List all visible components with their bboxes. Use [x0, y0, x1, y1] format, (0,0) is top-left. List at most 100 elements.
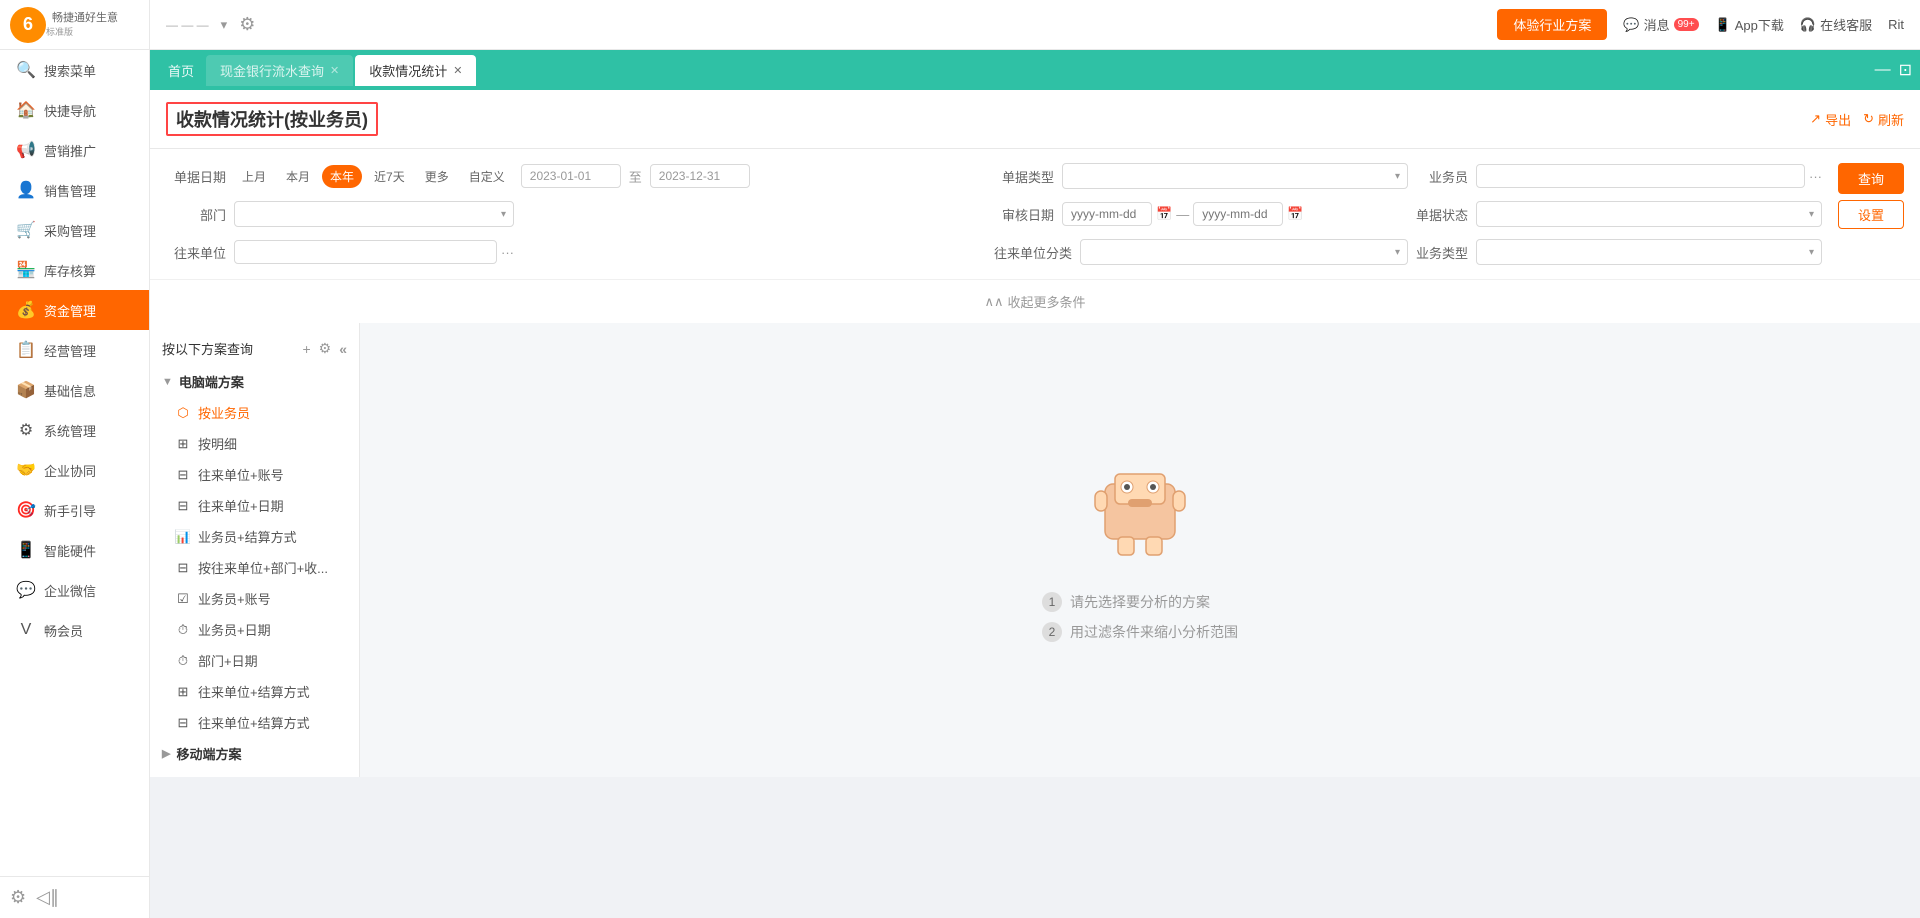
- member-icon: V: [16, 620, 36, 640]
- date-separator: 至: [629, 167, 642, 186]
- review-date-separator: —: [1176, 207, 1189, 222]
- tree-item-0-4[interactable]: 📊业务员+结算方式: [150, 521, 359, 552]
- counterpart-more-icon[interactable]: ···: [501, 245, 514, 260]
- review-date-to[interactable]: [1193, 202, 1283, 226]
- sidebar-item-marketing[interactable]: 📢 营销推广: [0, 130, 149, 170]
- tree-item-0-5[interactable]: ⊟按往来单位+部门+收...: [150, 552, 359, 583]
- dept-select[interactable]: [234, 201, 514, 227]
- tabbar-right: — ⊡: [1875, 60, 1912, 80]
- sidebar-item-member[interactable]: V 畅会员: [0, 610, 149, 650]
- dept-area: 部门 ▾: [166, 201, 994, 227]
- tab-receipt-stats-close[interactable]: ✕: [453, 64, 462, 77]
- review-date-cal1[interactable]: 📅: [1156, 206, 1172, 222]
- step-1-text: 请先选择要分析的方案: [1070, 592, 1210, 612]
- system-icon: ⚙: [16, 420, 36, 440]
- business-type-select[interactable]: [1476, 239, 1822, 265]
- tab-bank-flow-close[interactable]: ✕: [330, 64, 339, 77]
- tree-item-icon-0-6: ☑: [174, 590, 192, 608]
- tree-item-0-0[interactable]: ⬡按业务员: [150, 397, 359, 428]
- app-download-area[interactable]: 📱 App下载: [1715, 15, 1784, 34]
- quick-nav-label: 快捷导航: [44, 101, 96, 120]
- sidebar-item-wechat[interactable]: 💬 企业微信: [0, 570, 149, 610]
- collapse-icon: ∧∧: [984, 294, 1003, 310]
- tree-item-0-10[interactable]: ⊟往来单位+结算方式: [150, 707, 359, 738]
- business-type-area: 业务类型 ▾: [1408, 239, 1822, 265]
- tab-minimize-button[interactable]: —: [1875, 61, 1891, 79]
- date-tabs-area: 上月 本月 本年 近7天 更多 自定义: [234, 165, 513, 188]
- refresh-button[interactable]: ↻ 刷新: [1863, 110, 1904, 129]
- tab-receipt-stats[interactable]: 收款情况统计 ✕: [355, 55, 476, 86]
- tree-category-1[interactable]: ▶ 移动端方案: [150, 738, 359, 769]
- tree-category-0[interactable]: ▼ 电脑端方案: [150, 366, 359, 397]
- date-tab-this-year[interactable]: 本年: [322, 165, 362, 188]
- counterpart-input[interactable]: [234, 240, 497, 264]
- sidebar-item-search-menu[interactable]: 🔍 搜索菜单: [0, 50, 149, 90]
- settings-icon[interactable]: ⚙: [239, 14, 255, 35]
- messages-area[interactable]: 💬 消息 99+: [1623, 15, 1698, 34]
- panel-title: 按以下方案查询: [162, 339, 253, 358]
- hardware-label: 智能硬件: [44, 541, 96, 560]
- tab-home[interactable]: 首页: [158, 55, 204, 86]
- collapse-button[interactable]: ∧∧ 收起更多条件: [984, 292, 1085, 311]
- review-date-cal2[interactable]: 📅: [1287, 206, 1303, 222]
- online-service-area[interactable]: 🎧 在线客服: [1800, 15, 1872, 34]
- tree-item-0-2[interactable]: ⊟往来单位+账号: [150, 459, 359, 490]
- sidebar-item-purchase[interactable]: 🛒 采购管理: [0, 210, 149, 250]
- sidebar-item-quick-nav[interactable]: 🏠 快捷导航: [0, 90, 149, 130]
- voucher-type-select[interactable]: [1062, 163, 1408, 189]
- guide-icon: 🎯: [16, 500, 36, 520]
- filter-row-1: 单据日期 上月 本月 本年 近7天 更多 自定义 至: [166, 163, 1822, 189]
- review-date-from[interactable]: [1062, 202, 1152, 226]
- date-from-input[interactable]: [521, 164, 621, 188]
- filter-settings-button[interactable]: 设置: [1838, 200, 1904, 229]
- tree-item-icon-0-4: 📊: [174, 528, 192, 546]
- tab-bank-flow[interactable]: 现金银行流水查询 ✕: [206, 55, 353, 86]
- collapse-sidebar-icon[interactable]: ◁∥: [36, 887, 59, 908]
- date-label: 单据日期: [166, 167, 226, 186]
- logo-icon: 6: [10, 7, 46, 43]
- sidebar-item-hardware[interactable]: 📱 智能硬件: [0, 530, 149, 570]
- panel-collapse-icon[interactable]: «: [339, 341, 347, 357]
- messages-badge: 99+: [1674, 18, 1699, 31]
- tab-home-label: 首页: [168, 61, 194, 80]
- breadcrumb-chevron[interactable]: ▾: [221, 17, 228, 33]
- tree-item-0-6[interactable]: ☑业务员+账号: [150, 583, 359, 614]
- sidebar-nav: 🔍 搜索菜单 🏠 快捷导航 📢 营销推广 👤 销售管理 🛒 采购管理 🏪 库存核…: [0, 50, 149, 876]
- tree-item-0-1[interactable]: ⊞按明细: [150, 428, 359, 459]
- date-tab-this-month[interactable]: 本月: [278, 165, 318, 188]
- sidebar-item-basic-info[interactable]: 📦 基础信息: [0, 370, 149, 410]
- date-tab-custom[interactable]: 自定义: [461, 165, 513, 188]
- sidebar-item-funds[interactable]: 💰 资金管理: [0, 290, 149, 330]
- counterpart-category-select[interactable]: [1080, 239, 1408, 265]
- sidebar-item-operations[interactable]: 📋 经营管理: [0, 330, 149, 370]
- sidebar-item-enterprise[interactable]: 🤝 企业协同: [0, 450, 149, 490]
- sidebar-item-sales[interactable]: 👤 销售管理: [0, 170, 149, 210]
- date-tab-more[interactable]: 更多: [417, 165, 457, 188]
- settings-bottom-icon[interactable]: ⚙: [10, 887, 26, 908]
- salesperson-more-icon[interactable]: ···: [1809, 169, 1822, 184]
- sidebar-item-guide[interactable]: 🎯 新手引导: [0, 490, 149, 530]
- tree-item-0-3[interactable]: ⊟往来单位+日期: [150, 490, 359, 521]
- trial-button[interactable]: 体验行业方案: [1497, 9, 1607, 40]
- tree-item-icon-0-5: ⊟: [174, 559, 192, 577]
- export-button[interactable]: ↗ 导出: [1810, 110, 1851, 129]
- tree-item-0-7[interactable]: ⏱业务员+日期: [150, 614, 359, 645]
- voucher-status-select[interactable]: [1476, 201, 1822, 227]
- counterpart-category-area: 往来单位分类 ▾: [994, 239, 1408, 265]
- tree-item-0-9[interactable]: ⊞往来单位+结算方式: [150, 676, 359, 707]
- sidebar-item-system[interactable]: ⚙ 系统管理: [0, 410, 149, 450]
- date-to-input[interactable]: [650, 164, 750, 188]
- logo-area: 6 畅捷通好生意 标准版: [0, 0, 149, 50]
- query-button[interactable]: 查询: [1838, 163, 1904, 194]
- date-tab-7days[interactable]: 近7天: [366, 165, 413, 188]
- tree-item-0-8[interactable]: ⏱部门+日期: [150, 645, 359, 676]
- date-tab-last-month[interactable]: 上月: [234, 165, 274, 188]
- refresh-label: 刷新: [1878, 110, 1904, 129]
- tab-maximize-button[interactable]: ⊡: [1899, 60, 1912, 80]
- panel-settings-icon[interactable]: ⚙: [319, 340, 332, 357]
- salesperson-input[interactable]: [1476, 164, 1805, 188]
- filter-row-2: 部门 ▾ 审核日期: [166, 201, 1822, 227]
- sidebar-item-inventory[interactable]: 🏪 库存核算: [0, 250, 149, 290]
- member-label: 畅会员: [44, 621, 83, 640]
- panel-add-icon[interactable]: +: [302, 341, 310, 357]
